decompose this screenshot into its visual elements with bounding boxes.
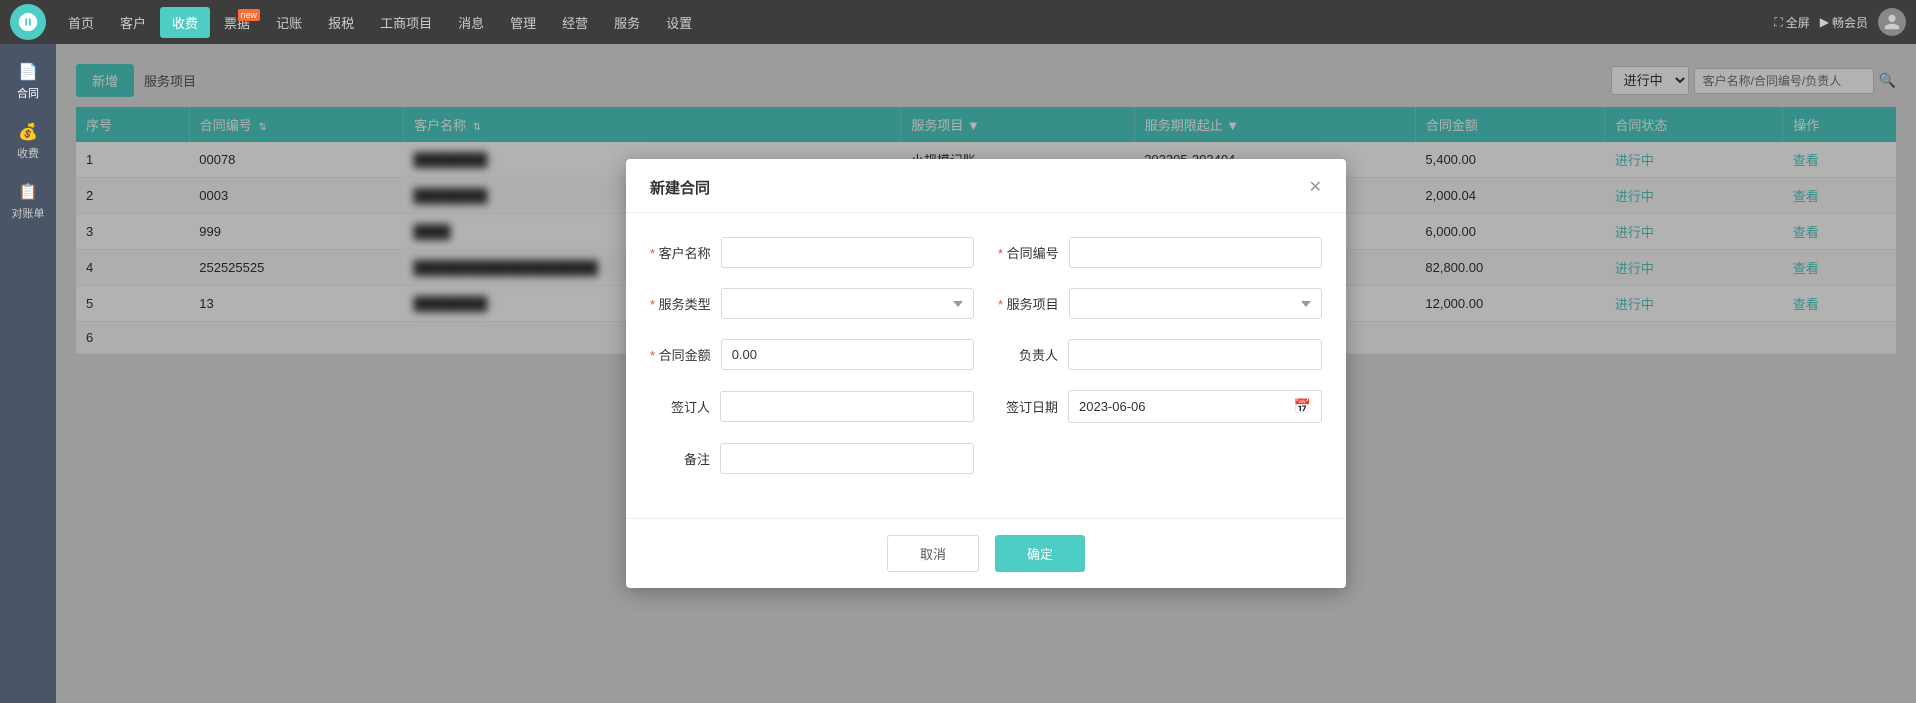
remark-label: 备注: [650, 449, 710, 468]
amount-label: 合同金额: [650, 345, 711, 364]
nav-right: ⛶ 全屏 ▶ 畅会员: [1774, 8, 1906, 36]
fullscreen-button[interactable]: ⛶ 全屏: [1774, 14, 1809, 31]
service-item-select[interactable]: [1069, 288, 1322, 319]
nav-tax[interactable]: 报税: [316, 7, 366, 38]
modal-header: 新建合同 ✕: [626, 159, 1346, 213]
modal-footer: 取消 确定: [626, 518, 1346, 588]
sidebar-label-reconcile: 对账单: [12, 205, 45, 221]
cancel-button[interactable]: 取消: [887, 535, 979, 572]
avatar[interactable]: [1878, 8, 1906, 36]
nav-message[interactable]: 消息: [446, 7, 496, 38]
nav-settings[interactable]: 设置: [654, 7, 704, 38]
form-group-remark: 备注: [650, 443, 974, 474]
form-group-sign-date: 签订日期 2023-06-06 📅: [998, 390, 1322, 423]
member-button[interactable]: ▶ 畅会员: [1820, 14, 1868, 31]
signer-label: 签订人: [650, 397, 710, 416]
form-row-4: 签订人 签订日期 2023-06-06 📅: [650, 390, 1322, 423]
fullscreen-icon: ⛶: [1774, 15, 1782, 30]
nav-operation[interactable]: 经营: [550, 7, 600, 38]
new-badge: new: [238, 9, 261, 21]
contract-no-input[interactable]: [1069, 237, 1322, 268]
confirm-button[interactable]: 确定: [995, 535, 1085, 572]
fee-icon: 💰: [18, 122, 38, 142]
nav-customer[interactable]: 客户: [108, 7, 158, 38]
nav-industry[interactable]: 工商项目: [368, 7, 444, 38]
modal-overlay: 新建合同 ✕ 客户名称 合同编号: [56, 44, 1916, 703]
form-row-1: 客户名称 合同编号: [650, 237, 1322, 268]
sidebar: 📄 合同 💰 收费 📋 对账单: [0, 44, 56, 703]
sidebar-item-contract[interactable]: 📄 合同: [3, 54, 53, 109]
calendar-icon: 📅: [1294, 398, 1311, 415]
app-logo: [10, 4, 46, 40]
nav-service[interactable]: 服务: [602, 7, 652, 38]
nav-ticket[interactable]: 票据 new: [212, 7, 262, 38]
sidebar-item-fee[interactable]: 💰 收费: [3, 114, 53, 169]
form-group-responsible: 负责人: [998, 339, 1322, 370]
main-layout: 📄 合同 💰 收费 📋 对账单 新增 服务项目 进行中 已完成 已终止 🔍: [0, 44, 1916, 703]
service-type-select[interactable]: [721, 288, 974, 319]
form-row-3: 合同金额 负责人: [650, 339, 1322, 370]
nav-manage[interactable]: 管理: [498, 7, 548, 38]
sign-date-value: 2023-06-06: [1079, 399, 1146, 414]
content-area: 新增 服务项目 进行中 已完成 已终止 🔍 序号 合同编号 ⇅: [56, 44, 1916, 703]
nav-items: 首页 客户 收费 票据 new 记账 报税 工商项目 消息 管理 经营 服务 设…: [56, 7, 1774, 38]
form-group-customer-name: 客户名称: [650, 237, 974, 268]
form-group-amount: 合同金额: [650, 339, 974, 370]
form-group-contract-no: 合同编号: [998, 237, 1322, 268]
remark-input[interactable]: [720, 443, 974, 474]
reconcile-icon: 📋: [18, 182, 38, 202]
responsible-input[interactable]: [1068, 339, 1322, 370]
form-row-5: 备注: [650, 443, 1322, 474]
form-group-service-item: 服务项目: [998, 288, 1322, 319]
form-row-2: 服务类型 服务项目: [650, 288, 1322, 319]
nav-home[interactable]: 首页: [56, 7, 106, 38]
form-group-service-type: 服务类型: [650, 288, 974, 319]
sign-date-container[interactable]: 2023-06-06 📅: [1068, 390, 1322, 423]
modal-title: 新建合同: [650, 177, 710, 198]
modal-body: 客户名称 合同编号 服务类型: [626, 213, 1346, 518]
contract-icon: 📄: [18, 62, 38, 82]
service-type-label: 服务类型: [650, 294, 711, 313]
sidebar-label-fee: 收费: [17, 145, 39, 161]
nav-invoice[interactable]: 收费: [160, 7, 210, 38]
amount-input[interactable]: [721, 339, 974, 370]
customer-name-label: 客户名称: [650, 243, 711, 262]
top-nav: 首页 客户 收费 票据 new 记账 报税 工商项目 消息 管理 经营 服务 设…: [0, 0, 1916, 44]
play-icon: ▶: [1820, 15, 1829, 29]
signer-input[interactable]: [720, 391, 974, 422]
contract-no-label: 合同编号: [998, 243, 1059, 262]
sign-date-label: 签订日期: [998, 397, 1058, 416]
new-contract-modal: 新建合同 ✕ 客户名称 合同编号: [626, 159, 1346, 588]
modal-close-button[interactable]: ✕: [1309, 180, 1322, 196]
customer-name-input[interactable]: [721, 237, 974, 268]
nav-bookkeeping[interactable]: 记账: [264, 7, 314, 38]
responsible-label: 负责人: [998, 345, 1058, 364]
sidebar-item-reconcile[interactable]: 📋 对账单: [3, 174, 53, 229]
service-item-label: 服务项目: [998, 294, 1059, 313]
sidebar-label-contract: 合同: [17, 85, 39, 101]
form-group-signer: 签订人: [650, 390, 974, 423]
